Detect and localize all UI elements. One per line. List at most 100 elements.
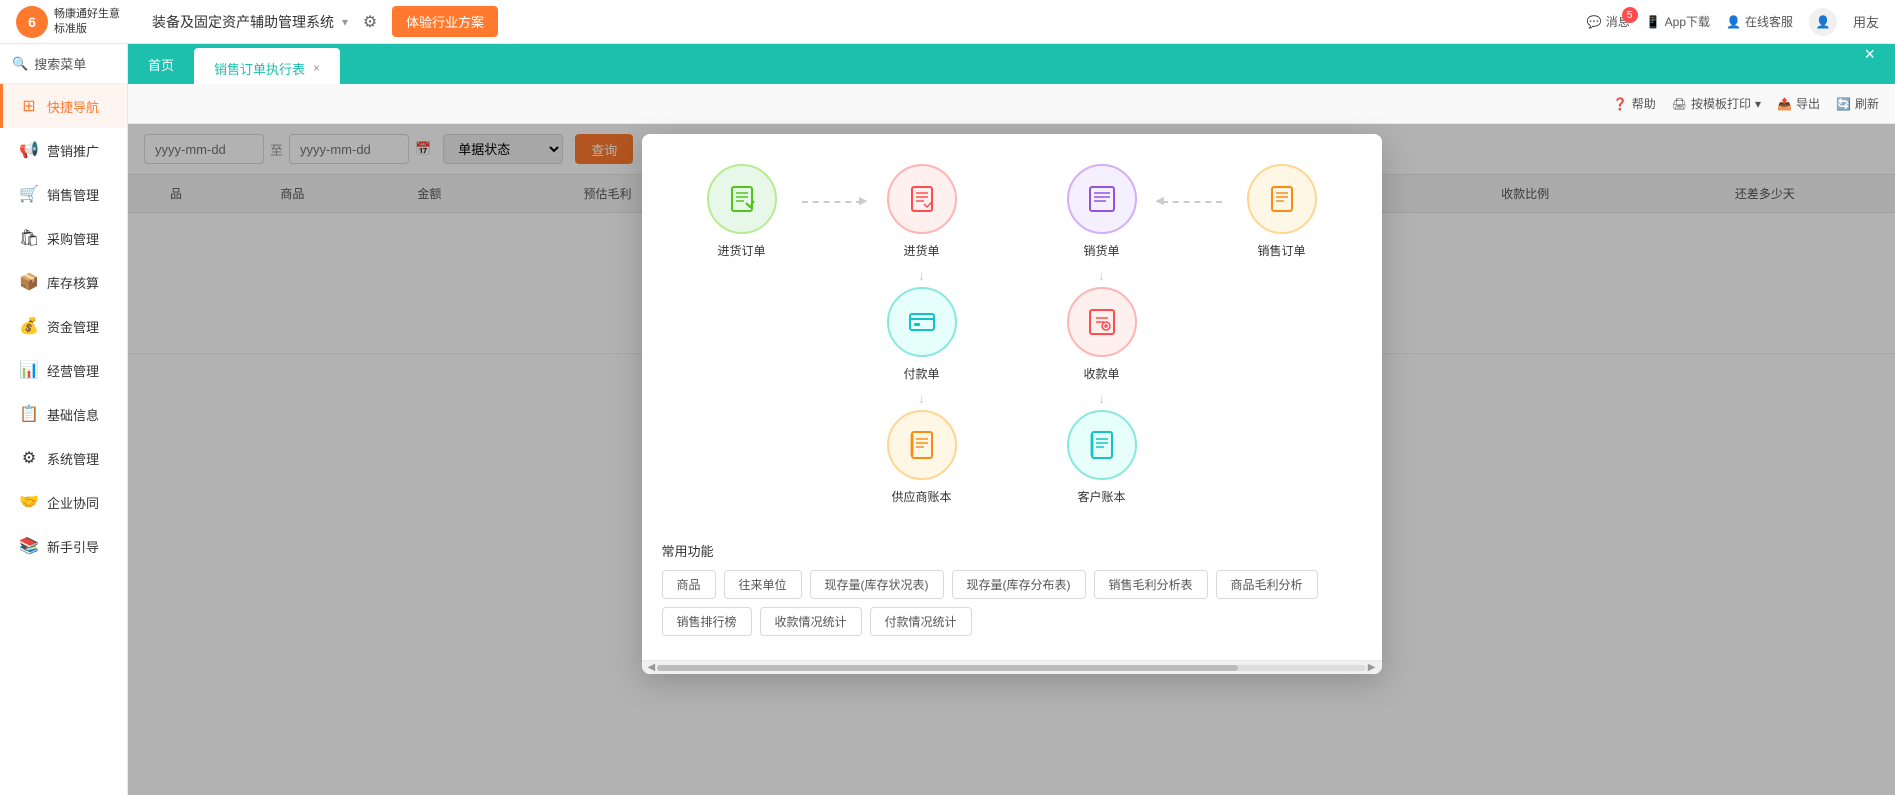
- flow-node-purchase-order[interactable]: 进货订单: [682, 164, 802, 259]
- v-arrow-sales: ↓: [1042, 267, 1162, 283]
- func-btn-payments-stats[interactable]: 付款情况统计: [870, 607, 972, 636]
- system-title: 装备及固定资产辅助管理系统: [152, 12, 334, 32]
- refresh-action[interactable]: 🔄 刷新: [1836, 95, 1879, 112]
- sidebar-item-quick-nav[interactable]: ⊞ 快捷导航: [0, 84, 127, 128]
- sidebar-search[interactable]: 🔍 搜索菜单: [0, 44, 127, 84]
- tab-home[interactable]: 首页: [128, 44, 194, 84]
- purchase-order-label: 进货订单: [717, 242, 765, 259]
- customer-ledger-icon: [1086, 429, 1118, 461]
- message-action[interactable]: 💬 消息 5: [1587, 13, 1630, 30]
- app-icon: 📱: [1646, 15, 1661, 29]
- export-icon: 📤: [1777, 97, 1792, 111]
- supplier-ledger-label: 供应商账本: [891, 488, 951, 505]
- settings-icon[interactable]: ⚙: [356, 8, 384, 36]
- help-action[interactable]: ❓ 帮助: [1613, 95, 1656, 112]
- search-icon: 🔍: [12, 56, 28, 72]
- print-action[interactable]: 🖨 按模板打印 ▾: [1672, 95, 1761, 112]
- sidebar-item-operations[interactable]: 📊 经营管理: [0, 348, 127, 392]
- sidebar-item-system[interactable]: ⚙ 系统管理: [0, 436, 127, 480]
- sidebar-item-finance[interactable]: 💰 资金管理: [0, 304, 127, 348]
- quick-nav-icon: ⊞: [19, 96, 39, 116]
- app-download-action[interactable]: 📱 App下载: [1646, 13, 1710, 30]
- flow-node-purchase-bill[interactable]: 进货单: [862, 164, 982, 259]
- func-buttons-row2: 销售排行榜 收款情况统计 付款情况统计: [662, 607, 1362, 636]
- v-arrow-purchase: ↓: [862, 267, 982, 283]
- flow-node-payment[interactable]: 付款单: [862, 287, 982, 382]
- func-btn-sales-profit-table[interactable]: 销售毛利分析表: [1094, 570, 1208, 599]
- tab-sales-order[interactable]: 销售订单执行表 ×: [194, 48, 340, 88]
- user-name[interactable]: 用友: [1853, 12, 1879, 31]
- v-arrow-receipt: ↓: [1042, 390, 1162, 406]
- func-btn-goods-profit[interactable]: 商品毛利分析: [1216, 570, 1318, 599]
- header-left: 6 畅康通好生意 标准版 装备及固定资产辅助管理系统 ▾ ⚙ 体验行业方案: [16, 6, 498, 38]
- enterprise-icon: 🤝: [19, 492, 39, 512]
- refresh-icon: 🔄: [1836, 97, 1851, 111]
- supplier-ledger-circle: [887, 410, 957, 480]
- func-btn-receipts-stats[interactable]: 收款情况统计: [760, 607, 862, 636]
- purchase-order-circle: [707, 164, 777, 234]
- print-dropdown-icon: ▾: [1755, 97, 1761, 111]
- sidebar-item-enterprise[interactable]: 🤝 企业协同: [0, 480, 127, 524]
- flow-row-2-arrows: ↓ ↓: [682, 267, 1342, 283]
- message-badge: 5: [1622, 7, 1638, 23]
- sidebar-item-newbie[interactable]: 📚 新手引导: [0, 524, 127, 568]
- header-right: 💬 消息 5 📱 App下载 👤 在线客服 👤 用友: [1587, 8, 1879, 36]
- flow-node-sales-order[interactable]: 销售订单: [1222, 164, 1342, 259]
- flow-node-customer-ledger[interactable]: 客户账本: [1042, 410, 1162, 505]
- trial-button[interactable]: 体验行业方案: [392, 6, 498, 37]
- flow-node-sales-bill[interactable]: 销货单: [1042, 164, 1162, 259]
- flow-node-receipt[interactable]: 收款单: [1042, 287, 1162, 382]
- export-action[interactable]: 📤 导出: [1777, 95, 1820, 112]
- payment-circle: [887, 287, 957, 357]
- purchase-bill-label: 进货单: [903, 242, 939, 259]
- tab-close-icon[interactable]: ×: [313, 61, 320, 75]
- service-icon: 👤: [1726, 15, 1741, 29]
- payment-icon: [906, 306, 938, 338]
- sales-icon: 🛒: [19, 184, 39, 204]
- sidebar: 🔍 搜索菜单 ⊞ 快捷导航 📢 营销推广 🛒 销售管理 🛍 采购管理 📦: [0, 44, 128, 795]
- modal-scrollbar: ◀ ▶: [642, 660, 1382, 674]
- flow-area: 进货订单 ▶: [642, 134, 1382, 541]
- modal-box: 进货订单 ▶: [642, 134, 1382, 674]
- flow-node-supplier-ledger[interactable]: 供应商账本: [862, 410, 982, 505]
- receipt-circle: [1067, 287, 1137, 357]
- sales-bill-icon: [1086, 183, 1118, 215]
- arrow-2: ◀: [1162, 201, 1222, 223]
- sidebar-item-basic-info[interactable]: 📋 基础信息: [0, 392, 127, 436]
- main-page-content: ❓ 帮助 🖨 按模板打印 ▾ 📤 导出 🔄 刷新: [128, 84, 1895, 795]
- receipt-label: 收款单: [1083, 365, 1119, 382]
- top-header: 6 畅康通好生意 标准版 装备及固定资产辅助管理系统 ▾ ⚙ 体验行业方案 💬 …: [0, 0, 1895, 44]
- func-btn-sales-rank[interactable]: 销售排行榜: [662, 607, 752, 636]
- func-btn-inventory-status[interactable]: 现存量(库存状况表): [810, 570, 944, 599]
- sidebar-item-sales[interactable]: 🛒 销售管理: [0, 172, 127, 216]
- scroll-right-arrow[interactable]: ▶: [1366, 662, 1378, 673]
- sales-order-label: 销售订单: [1257, 242, 1305, 259]
- inventory-icon: 📦: [19, 272, 39, 292]
- dropdown-arrow[interactable]: ▾: [342, 15, 348, 29]
- sidebar-item-purchase[interactable]: 🛍 采购管理: [0, 216, 127, 260]
- help-icon: ❓: [1613, 97, 1628, 111]
- customer-ledger-circle: [1067, 410, 1137, 480]
- content-toolbar: ❓ 帮助 🖨 按模板打印 ▾ 📤 导出 🔄 刷新: [128, 84, 1895, 124]
- func-btn-goods[interactable]: 商品: [662, 570, 716, 599]
- logo-text: 畅康通好生意 标准版: [54, 7, 120, 36]
- sales-bill-circle: [1067, 164, 1137, 234]
- payment-label: 付款单: [903, 365, 939, 382]
- scroll-left-arrow[interactable]: ◀: [646, 662, 658, 673]
- sidebar-item-inventory[interactable]: 📦 库存核算: [0, 260, 127, 304]
- sales-order-icon: [1266, 183, 1298, 215]
- online-service-action[interactable]: 👤 在线客服: [1726, 13, 1793, 30]
- flow-row-1: 进货订单 ▶: [682, 164, 1342, 259]
- window-close-button[interactable]: ×: [1856, 44, 1883, 84]
- common-funcs-title: 常用功能: [662, 541, 1362, 560]
- marketing-icon: 📢: [19, 140, 39, 160]
- purchase-bill-icon: [906, 183, 938, 215]
- flow-row-5: 供应商账本: [682, 410, 1342, 505]
- sidebar-item-marketing[interactable]: 📢 营销推广: [0, 128, 127, 172]
- scrollbar-track[interactable]: [657, 665, 1366, 671]
- finance-icon: 💰: [19, 316, 39, 336]
- modal-overlay[interactable]: 进货订单 ▶: [128, 124, 1895, 795]
- message-icon: 💬: [1587, 15, 1602, 29]
- func-btn-partners[interactable]: 往来单位: [724, 570, 802, 599]
- func-btn-inventory-dist[interactable]: 现存量(库存分布表): [952, 570, 1086, 599]
